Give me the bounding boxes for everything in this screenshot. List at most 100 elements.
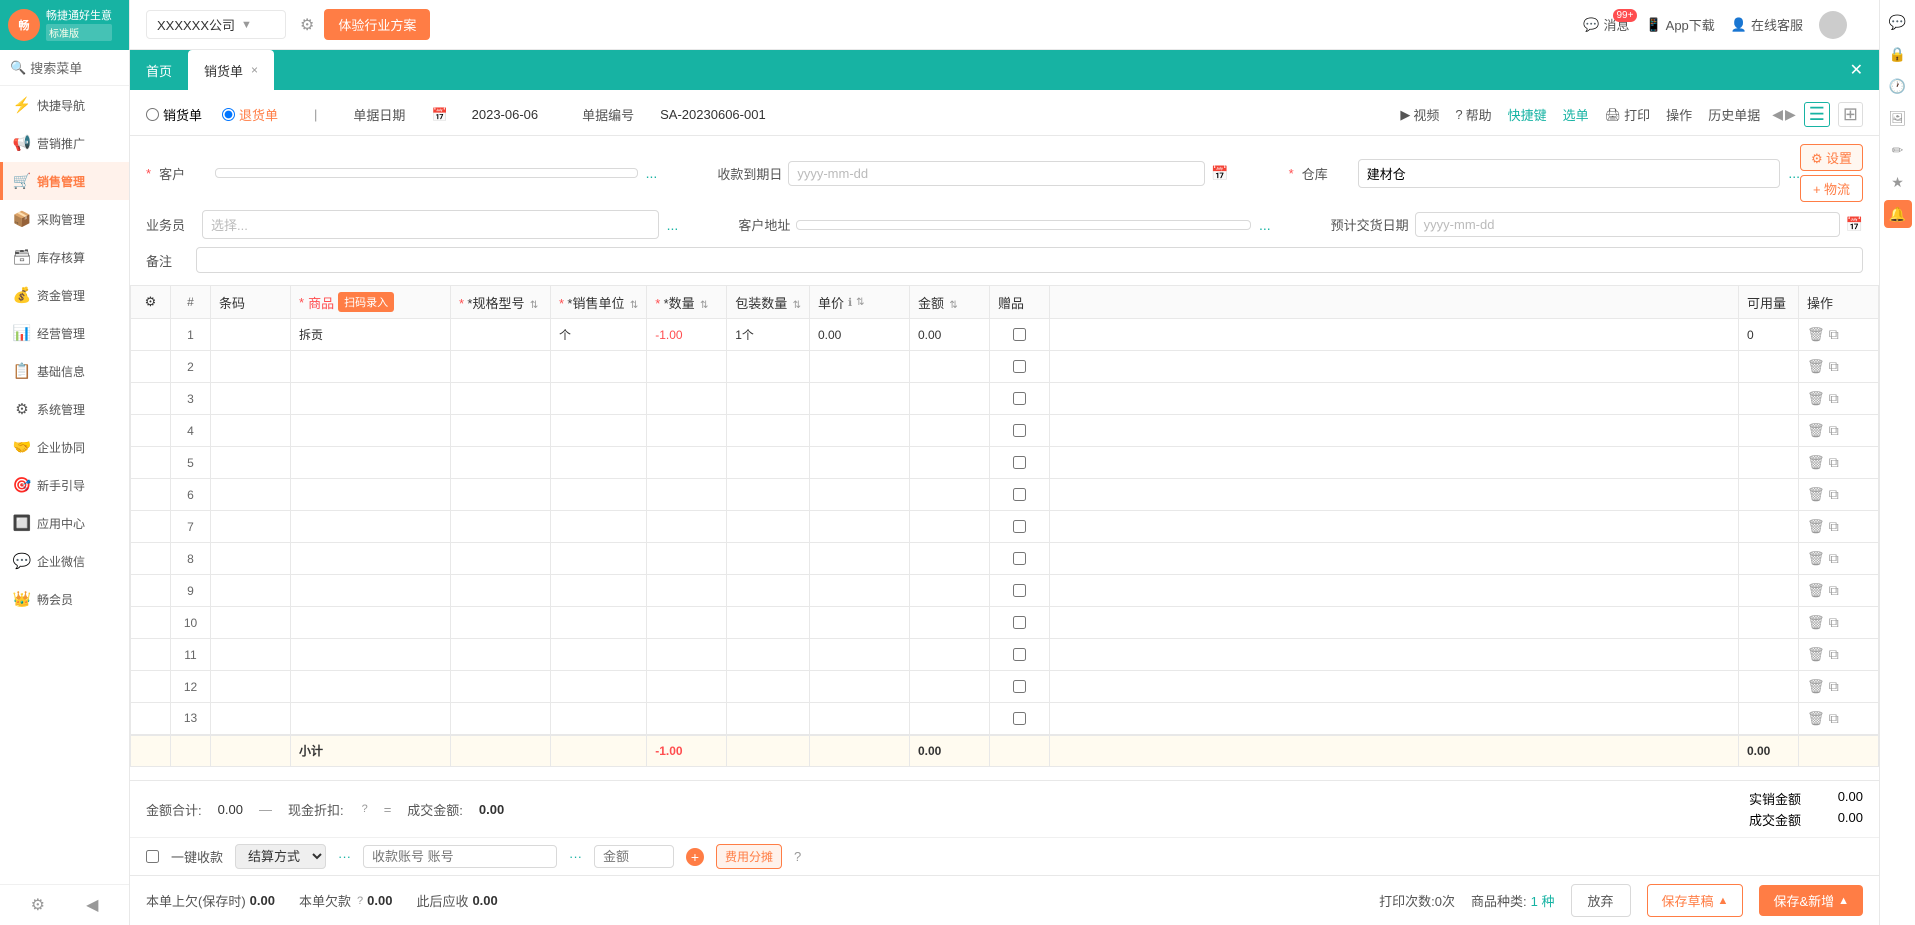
row-barcode-cell[interactable]	[211, 511, 291, 543]
row-barcode-cell[interactable]	[211, 671, 291, 703]
row-amount-cell[interactable]	[909, 639, 989, 671]
row-pkgqty-cell[interactable]	[727, 671, 810, 703]
row-amount-cell[interactable]	[909, 351, 989, 383]
customer-addr-dots[interactable]: ...	[1259, 217, 1271, 233]
row-amount-cell[interactable]	[909, 479, 989, 511]
operate-btn[interactable]: 操作	[1662, 103, 1696, 126]
row-spec-cell[interactable]	[451, 575, 551, 607]
row-pkgqty-cell[interactable]	[727, 511, 810, 543]
row-delete-icon[interactable]: 🗑	[1807, 678, 1825, 695]
row-delete-icon[interactable]: 🗑	[1807, 582, 1825, 599]
row-spec-cell[interactable]	[451, 415, 551, 447]
row-unit-cell[interactable]	[551, 415, 647, 447]
row-unit-cell[interactable]	[551, 703, 647, 735]
row-price-cell[interactable]	[809, 383, 909, 415]
right-panel-image-icon[interactable]: 🖼	[1884, 104, 1912, 132]
row-unit-cell[interactable]	[551, 479, 647, 511]
row-amount-cell[interactable]	[909, 383, 989, 415]
row-gift-cell[interactable]	[989, 543, 1049, 575]
close-all-tabs-btn[interactable]: ✕	[1850, 60, 1863, 80]
shortcut-btn[interactable]: 快捷键	[1504, 103, 1551, 126]
row-copy-icon[interactable]: ⧉	[1829, 486, 1839, 503]
receipt-date-input[interactable]: yyyy-mm-dd	[788, 161, 1205, 186]
notes-input[interactable]	[196, 247, 1863, 273]
row-price-cell[interactable]	[809, 415, 909, 447]
row-product-cell[interactable]	[291, 543, 451, 575]
one-click-checkbox[interactable]	[146, 850, 159, 863]
payment-method-select[interactable]: 结算方式	[235, 844, 326, 869]
row-product-cell[interactable]	[291, 479, 451, 511]
warehouse-input[interactable]: 建材仓	[1358, 159, 1781, 188]
row-copy-icon[interactable]: ⧉	[1829, 422, 1839, 439]
row-unit-cell[interactable]	[551, 639, 647, 671]
row-qty-cell[interactable]	[647, 511, 727, 543]
row-spec-cell[interactable]	[451, 607, 551, 639]
row-delete-icon[interactable]: 🗑	[1807, 326, 1825, 343]
row-barcode-cell[interactable]	[211, 607, 291, 639]
discard-btn[interactable]: 放弃	[1571, 884, 1631, 917]
unit-sort-icon[interactable]: ⇅	[630, 300, 638, 311]
row-product-cell[interactable]	[291, 351, 451, 383]
row-amount-cell[interactable]: 0.00	[909, 319, 989, 351]
sidebar-item-enterprise[interactable]: 🤝 企业协同	[0, 428, 129, 466]
row-delete-icon[interactable]: 🗑	[1807, 550, 1825, 567]
salesperson-input[interactable]: 选择...	[202, 210, 659, 239]
row-pkgqty-cell[interactable]	[727, 351, 810, 383]
scan-btn[interactable]: 扫码录入	[338, 292, 394, 312]
row-gift-cell[interactable]	[989, 479, 1049, 511]
row-product-cell[interactable]	[291, 703, 451, 735]
row-pkgqty-cell[interactable]	[727, 543, 810, 575]
sidebar-item-basic[interactable]: 📋 基础信息	[0, 352, 129, 390]
row-gift-cell[interactable]	[989, 319, 1049, 351]
customer-dots[interactable]: ...	[646, 165, 658, 181]
row-gift-cell[interactable]	[989, 575, 1049, 607]
th-settings[interactable]: ⚙	[131, 286, 171, 319]
sidebar-item-purchase[interactable]: 📦 采购管理	[0, 200, 129, 238]
row-copy-icon[interactable]: ⧉	[1829, 518, 1839, 535]
row-amount-cell[interactable]	[909, 447, 989, 479]
row-spec-cell[interactable]	[451, 447, 551, 479]
row-gift-cell[interactable]	[989, 671, 1049, 703]
row-unit-cell[interactable]	[551, 447, 647, 479]
row-price-cell[interactable]	[809, 543, 909, 575]
row-product-cell[interactable]	[291, 607, 451, 639]
row-amount-cell[interactable]	[909, 671, 989, 703]
row-qty-cell[interactable]	[647, 639, 727, 671]
right-panel-alert-icon[interactable]: 🔔	[1884, 200, 1912, 228]
row-gift-cell[interactable]	[989, 415, 1049, 447]
row-gift-cell[interactable]	[989, 447, 1049, 479]
sidebar-collapse-btn[interactable]: ◀	[86, 895, 98, 915]
debt-info-icon[interactable]: ?	[357, 895, 363, 907]
row-gift-cell[interactable]	[989, 639, 1049, 671]
sidebar-item-marketing[interactable]: 📢 营销推广	[0, 124, 129, 162]
help-btn[interactable]: ? 帮助	[1451, 103, 1495, 126]
row-product-cell[interactable]	[291, 671, 451, 703]
row-delete-icon[interactable]: 🗑	[1807, 422, 1825, 439]
video-btn[interactable]: ▶ 视频	[1396, 103, 1443, 126]
fee-split-btn[interactable]: 费用分摊	[716, 844, 782, 869]
row-delete-icon[interactable]: 🗑	[1807, 710, 1825, 727]
row-pkgqty-cell[interactable]	[727, 383, 810, 415]
row-amount-cell[interactable]	[909, 511, 989, 543]
prev-record-btn[interactable]: ◀	[1772, 106, 1783, 123]
row-pkgqty-cell[interactable]	[727, 575, 810, 607]
save-new-btn[interactable]: 保存&新增 ▲	[1759, 885, 1863, 916]
qty-sort-icon[interactable]: ⇅	[700, 300, 708, 311]
radio-sales[interactable]: 销货单	[146, 105, 202, 124]
row-barcode-cell[interactable]	[211, 415, 291, 447]
row-price-cell[interactable]	[809, 671, 909, 703]
topbar-settings-icon[interactable]: ⚙	[300, 15, 314, 35]
receipt-date-calendar-icon[interactable]: 📅	[1211, 165, 1228, 182]
user-avatar[interactable]	[1819, 11, 1847, 39]
trial-btn[interactable]: 体验行业方案	[324, 9, 430, 40]
row-unit-cell[interactable]	[551, 351, 647, 383]
sidebar-search[interactable]: 🔍 搜索菜单	[0, 50, 129, 86]
row-spec-cell[interactable]	[451, 703, 551, 735]
row-amount-cell[interactable]	[909, 415, 989, 447]
sidebar-item-member[interactable]: 👑 畅会员	[0, 580, 129, 618]
row-product-cell[interactable]	[291, 447, 451, 479]
row-unit-cell[interactable]	[551, 511, 647, 543]
expected-date-input[interactable]: yyyy-mm-dd	[1415, 212, 1840, 237]
row-price-cell[interactable]	[809, 479, 909, 511]
row-pkgqty-cell[interactable]	[727, 639, 810, 671]
